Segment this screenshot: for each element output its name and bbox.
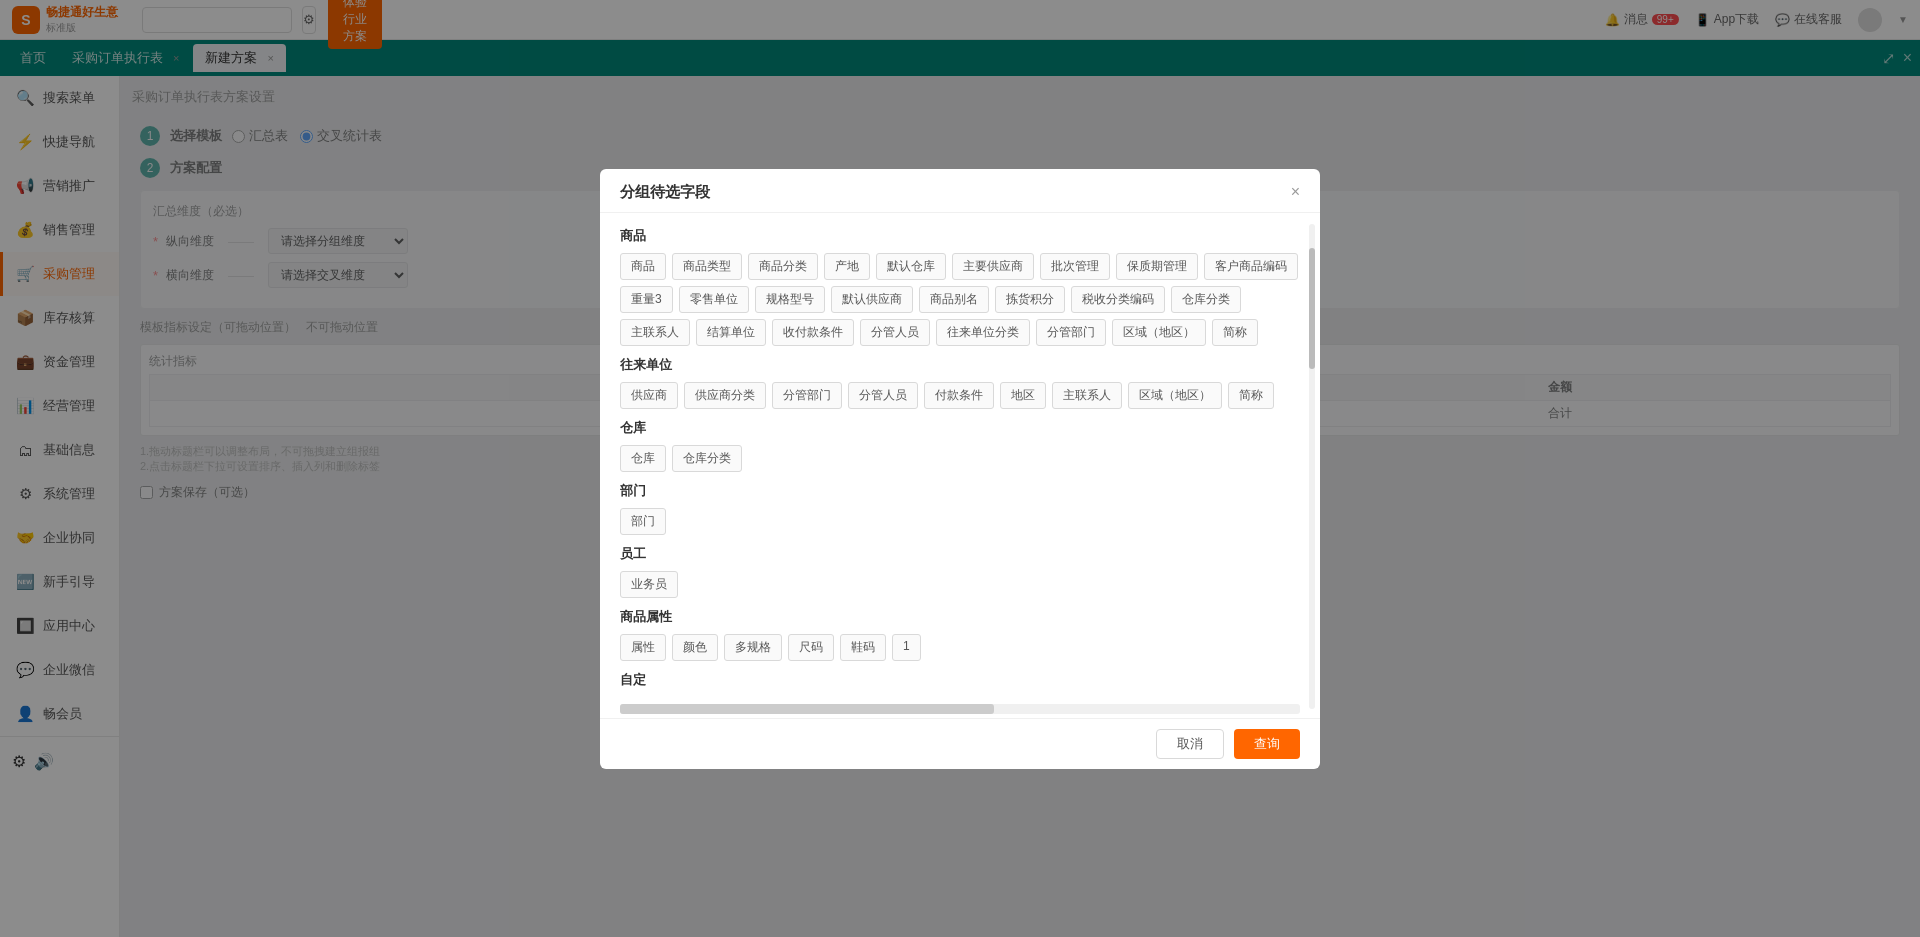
field-tag-14[interactable]: 拣货积分 [995,286,1065,313]
modal-overlay: 分组待选字段 × 商品 商品 商品类型 商品分类 产地 默认仓库 主要供应商 批… [0,0,1920,937]
field-tag-15[interactable]: 税收分类编码 [1071,286,1165,313]
field-tag-11[interactable]: 规格型号 [755,286,825,313]
modal-footer: 取消 查询 [600,718,1320,769]
field-tag-16[interactable]: 仓库分类 [1171,286,1241,313]
modal-title: 分组待选字段 [620,183,710,202]
field-tag-5[interactable]: 主要供应商 [952,253,1034,280]
field-tag-23[interactable]: 区域（地区） [1112,319,1206,346]
partner-tag-5[interactable]: 地区 [1000,382,1046,409]
cancel-button[interactable]: 取消 [1156,729,1224,759]
attr-tag-1[interactable]: 颜色 [672,634,718,661]
hscroll-container [600,700,1320,718]
field-tag-22[interactable]: 分管部门 [1036,319,1106,346]
field-tags-department: 部门 [620,508,1300,535]
field-tags-attr: 属性 颜色 多规格 尺码 鞋码 1 [620,634,1300,661]
attr-tag-0[interactable]: 属性 [620,634,666,661]
field-tag-7[interactable]: 保质期管理 [1116,253,1198,280]
partner-tag-0[interactable]: 供应商 [620,382,678,409]
partner-tag-7[interactable]: 区域（地区） [1128,382,1222,409]
partner-tag-2[interactable]: 分管部门 [772,382,842,409]
attr-tag-4[interactable]: 鞋码 [840,634,886,661]
vscroll-thumb [1309,248,1315,369]
group-title-employee: 员工 [620,545,1300,563]
hscroll-track [620,704,1300,714]
attr-tag-3[interactable]: 尺码 [788,634,834,661]
partner-tag-4[interactable]: 付款条件 [924,382,994,409]
partner-tag-1[interactable]: 供应商分类 [684,382,766,409]
field-tag-2[interactable]: 商品分类 [748,253,818,280]
partner-tag-8[interactable]: 简称 [1228,382,1274,409]
emp-tag-0[interactable]: 业务员 [620,571,678,598]
warehouse-tag-1[interactable]: 仓库分类 [672,445,742,472]
partner-tag-3[interactable]: 分管人员 [848,382,918,409]
field-tag-6[interactable]: 批次管理 [1040,253,1110,280]
group-title-attr: 商品属性 [620,608,1300,626]
field-tag-18[interactable]: 结算单位 [696,319,766,346]
field-tags-employee: 业务员 [620,571,1300,598]
modal-close-icon[interactable]: × [1291,183,1300,201]
field-tag-12[interactable]: 默认供应商 [831,286,913,313]
field-tags-warehouse: 仓库 仓库分类 [620,445,1300,472]
field-tag-19[interactable]: 收付款条件 [772,319,854,346]
field-tag-9[interactable]: 重量3 [620,286,673,313]
group-title-department: 部门 [620,482,1300,500]
group-title-custom: 自定 [620,671,1300,689]
field-tag-21[interactable]: 往来单位分类 [936,319,1030,346]
dept-tag-0[interactable]: 部门 [620,508,666,535]
field-tag-8[interactable]: 客户商品编码 [1204,253,1298,280]
modal-field-selector: 分组待选字段 × 商品 商品 商品类型 商品分类 产地 默认仓库 主要供应商 批… [600,169,1320,769]
field-tag-0[interactable]: 商品 [620,253,666,280]
field-tag-13[interactable]: 商品别名 [919,286,989,313]
group-title-warehouse: 仓库 [620,419,1300,437]
field-tag-17[interactable]: 主联系人 [620,319,690,346]
field-tags-product: 商品 商品类型 商品分类 产地 默认仓库 主要供应商 批次管理 保质期管理 客户… [620,253,1300,346]
modal-header: 分组待选字段 × [600,169,1320,213]
attr-tag-2[interactable]: 多规格 [724,634,782,661]
field-tag-10[interactable]: 零售单位 [679,286,749,313]
vscroll-track [1309,224,1315,709]
group-title-partner: 往来单位 [620,356,1300,374]
confirm-button[interactable]: 查询 [1234,729,1300,759]
warehouse-tag-0[interactable]: 仓库 [620,445,666,472]
field-tag-3[interactable]: 产地 [824,253,870,280]
field-tag-1[interactable]: 商品类型 [672,253,742,280]
vscroll-indicator [1308,224,1316,709]
hscroll-thumb [620,704,994,714]
field-tag-20[interactable]: 分管人员 [860,319,930,346]
field-tag-4[interactable]: 默认仓库 [876,253,946,280]
field-tags-partner: 供应商 供应商分类 分管部门 分管人员 付款条件 地区 主联系人 区域（地区） … [620,382,1300,409]
field-tag-24[interactable]: 简称 [1212,319,1258,346]
group-title-product: 商品 [620,227,1300,245]
partner-tag-6[interactable]: 主联系人 [1052,382,1122,409]
attr-tag-5[interactable]: 1 [892,634,921,661]
modal-body: 商品 商品 商品类型 商品分类 产地 默认仓库 主要供应商 批次管理 保质期管理… [600,213,1320,700]
